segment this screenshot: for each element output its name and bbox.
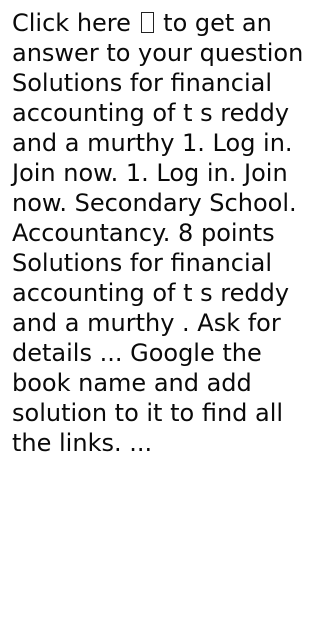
snippet-prefix: Click here [12, 9, 139, 37]
snippet-text: Click here to get an answer to your ques… [12, 8, 321, 458]
missing-glyph-icon [140, 12, 154, 33]
page: Click here to get an answer to your ques… [0, 0, 325, 619]
snippet-suffix: to get an answer to your question Soluti… [12, 9, 304, 457]
